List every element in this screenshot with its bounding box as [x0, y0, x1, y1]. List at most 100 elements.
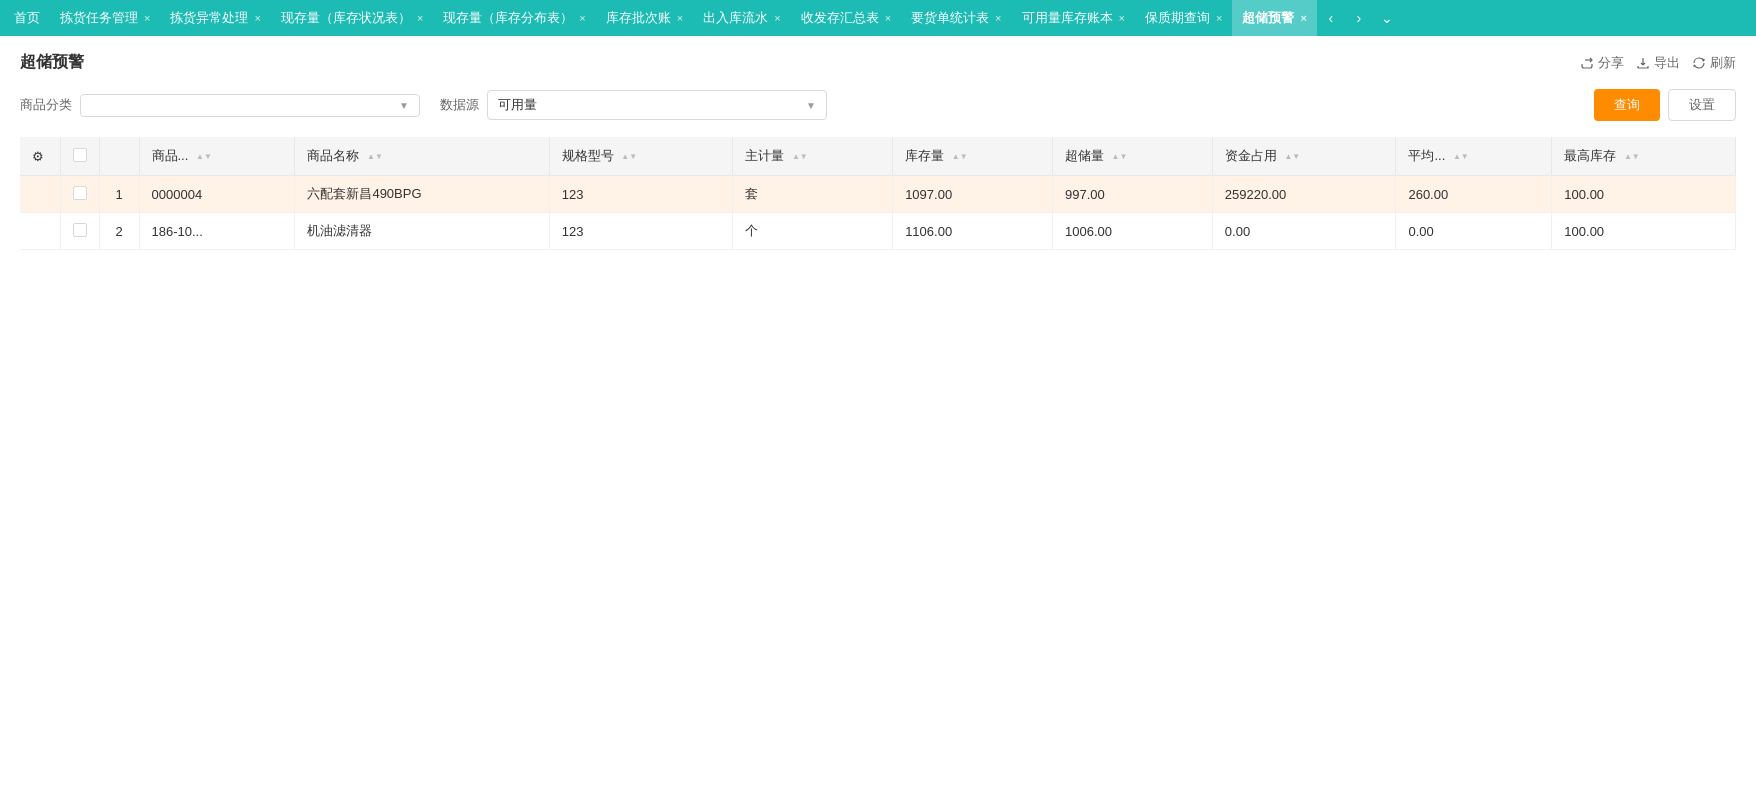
th-overstock[interactable]: 超储量 ▲▼	[1052, 137, 1212, 176]
settings-button[interactable]: 设置	[1668, 89, 1736, 121]
nav-prev-arrow[interactable]: ‹	[1317, 0, 1345, 36]
nav-item-7[interactable]: 收发存汇总表 ×	[791, 0, 901, 36]
nav-label-2: 拣货异常处理	[170, 9, 248, 27]
th-stock[interactable]: 库存量 ▲▼	[893, 137, 1053, 176]
category-filter: 商品分类 ▼	[20, 94, 420, 117]
nav-label-5: 库存批次账	[606, 9, 671, 27]
data-table: ⚙ 商品... ▲▼ 商品名称 ▲▼ 规格型号 ▲▼	[20, 137, 1736, 250]
nav-close-1[interactable]: ×	[144, 12, 150, 24]
nav-close-6[interactable]: ×	[774, 12, 780, 24]
table-row: 1 0000004 六配套新昌490BPG 123 套 1097.00 997.…	[20, 176, 1736, 213]
refresh-label: 刷新	[1710, 54, 1736, 72]
datasource-filter: 数据源 可用量 ▼	[440, 90, 827, 120]
th-overstock-label: 超储量	[1065, 148, 1104, 163]
nav-item-11[interactable]: 超储预警 ×	[1232, 0, 1316, 36]
row-index: 1	[99, 176, 139, 213]
top-nav: 首页 拣货任务管理 × 拣货异常处理 × 现存量（库存状况表） × 现存量（库存…	[0, 0, 1756, 36]
nav-item-1[interactable]: 拣货任务管理 ×	[50, 0, 160, 36]
nav-close-5[interactable]: ×	[677, 12, 683, 24]
th-product-code[interactable]: 商品... ▲▼	[139, 137, 295, 176]
nav-item-8[interactable]: 要货单统计表 ×	[901, 0, 1011, 36]
row-unit: 个	[733, 213, 893, 250]
share-button[interactable]: 分享	[1580, 54, 1624, 72]
query-button[interactable]: 查询	[1594, 89, 1660, 121]
th-capital[interactable]: 资金占用 ▲▼	[1212, 137, 1396, 176]
sort-icon-max-stock: ▲▼	[1624, 152, 1640, 161]
nav-close-3[interactable]: ×	[417, 12, 423, 24]
table-header-row: ⚙ 商品... ▲▼ 商品名称 ▲▼ 规格型号 ▲▼	[20, 137, 1736, 176]
datasource-select[interactable]: 可用量 ▼	[487, 90, 827, 120]
refresh-icon	[1692, 56, 1706, 70]
nav-item-3[interactable]: 现存量（库存状况表） ×	[271, 0, 433, 36]
th-spec[interactable]: 规格型号 ▲▼	[549, 137, 733, 176]
row-avg: 260.00	[1396, 176, 1552, 213]
header-checkbox[interactable]	[73, 148, 87, 162]
nav-close-10[interactable]: ×	[1216, 12, 1222, 24]
sort-icon-unit: ▲▼	[792, 152, 808, 161]
nav-close-9[interactable]: ×	[1119, 12, 1125, 24]
sort-icon-stock: ▲▼	[952, 152, 968, 161]
gear-icon: ⚙	[32, 149, 44, 164]
export-label: 导出	[1654, 54, 1680, 72]
table-row: 2 186-10... 机油滤清器 123 个 1106.00 1006.00 …	[20, 213, 1736, 250]
nav-item-5[interactable]: 库存批次账 ×	[596, 0, 693, 36]
nav-item-4[interactable]: 现存量（库存分布表） ×	[433, 0, 595, 36]
nav-more-arrow[interactable]: ⌄	[1373, 0, 1401, 36]
nav-label-11: 超储预警	[1242, 9, 1294, 27]
th-checkbox[interactable]	[60, 137, 99, 176]
th-unit-label: 主计量	[745, 148, 784, 163]
row-max-stock: 100.00	[1552, 213, 1736, 250]
th-product-code-label: 商品...	[152, 148, 189, 163]
row-unit: 套	[733, 176, 893, 213]
row-product-code: 0000004	[139, 176, 295, 213]
nav-label-3: 现存量（库存状况表）	[281, 9, 411, 27]
nav-next-arrow[interactable]: ›	[1345, 0, 1373, 36]
action-buttons: 查询 设置	[1594, 89, 1736, 121]
sort-icon-product-code: ▲▼	[196, 152, 212, 161]
row-max-stock: 100.00	[1552, 176, 1736, 213]
nav-item-10[interactable]: 保质期查询 ×	[1135, 0, 1232, 36]
nav-item-6[interactable]: 出入库流水 ×	[693, 0, 790, 36]
th-avg[interactable]: 平均... ▲▼	[1396, 137, 1552, 176]
datasource-chevron-icon: ▼	[806, 100, 816, 111]
nav-close-8[interactable]: ×	[995, 12, 1001, 24]
sort-icon-spec: ▲▼	[621, 152, 637, 161]
row-spec: 123	[549, 213, 733, 250]
th-unit[interactable]: 主计量 ▲▼	[733, 137, 893, 176]
header-actions: 分享 导出 刷新	[1580, 54, 1736, 72]
category-select[interactable]: ▼	[80, 94, 420, 117]
export-icon	[1636, 56, 1650, 70]
row-overstock: 1006.00	[1052, 213, 1212, 250]
nav-close-11[interactable]: ×	[1300, 12, 1306, 24]
export-button[interactable]: 导出	[1636, 54, 1680, 72]
filter-row: 商品分类 ▼ 数据源 可用量 ▼ 查询 设置	[20, 89, 1736, 121]
category-label: 商品分类	[20, 96, 72, 114]
row-checkbox[interactable]	[73, 223, 87, 237]
nav-close-4[interactable]: ×	[579, 12, 585, 24]
nav-close-2[interactable]: ×	[254, 12, 260, 24]
th-capital-label: 资金占用	[1225, 148, 1277, 163]
nav-item-home[interactable]: 首页	[4, 0, 50, 36]
th-avg-label: 平均...	[1408, 148, 1445, 163]
nav-label-8: 要货单统计表	[911, 9, 989, 27]
th-product-name[interactable]: 商品名称 ▲▼	[295, 137, 549, 176]
row-checkbox[interactable]	[73, 186, 87, 200]
refresh-button[interactable]: 刷新	[1692, 54, 1736, 72]
nav-item-2[interactable]: 拣货异常处理 ×	[160, 0, 270, 36]
row-checkbox-cell[interactable]	[60, 213, 99, 250]
nav-item-home-label: 首页	[14, 9, 40, 27]
row-spec: 123	[549, 176, 733, 213]
share-icon	[1580, 56, 1594, 70]
chevron-down-icon: ▼	[399, 100, 409, 111]
nav-item-9[interactable]: 可用量库存账本 ×	[1012, 0, 1135, 36]
page-content: 超储预警 分享 导出	[0, 36, 1756, 800]
nav-label-6: 出入库流水	[703, 9, 768, 27]
th-max-stock[interactable]: 最高库存 ▲▼	[1552, 137, 1736, 176]
nav-label-9: 可用量库存账本	[1022, 9, 1113, 27]
nav-close-7[interactable]: ×	[885, 12, 891, 24]
sort-icon-avg: ▲▼	[1453, 152, 1469, 161]
nav-label-10: 保质期查询	[1145, 9, 1210, 27]
th-gear[interactable]: ⚙	[20, 137, 60, 176]
row-stock: 1106.00	[893, 213, 1053, 250]
row-checkbox-cell[interactable]	[60, 176, 99, 213]
